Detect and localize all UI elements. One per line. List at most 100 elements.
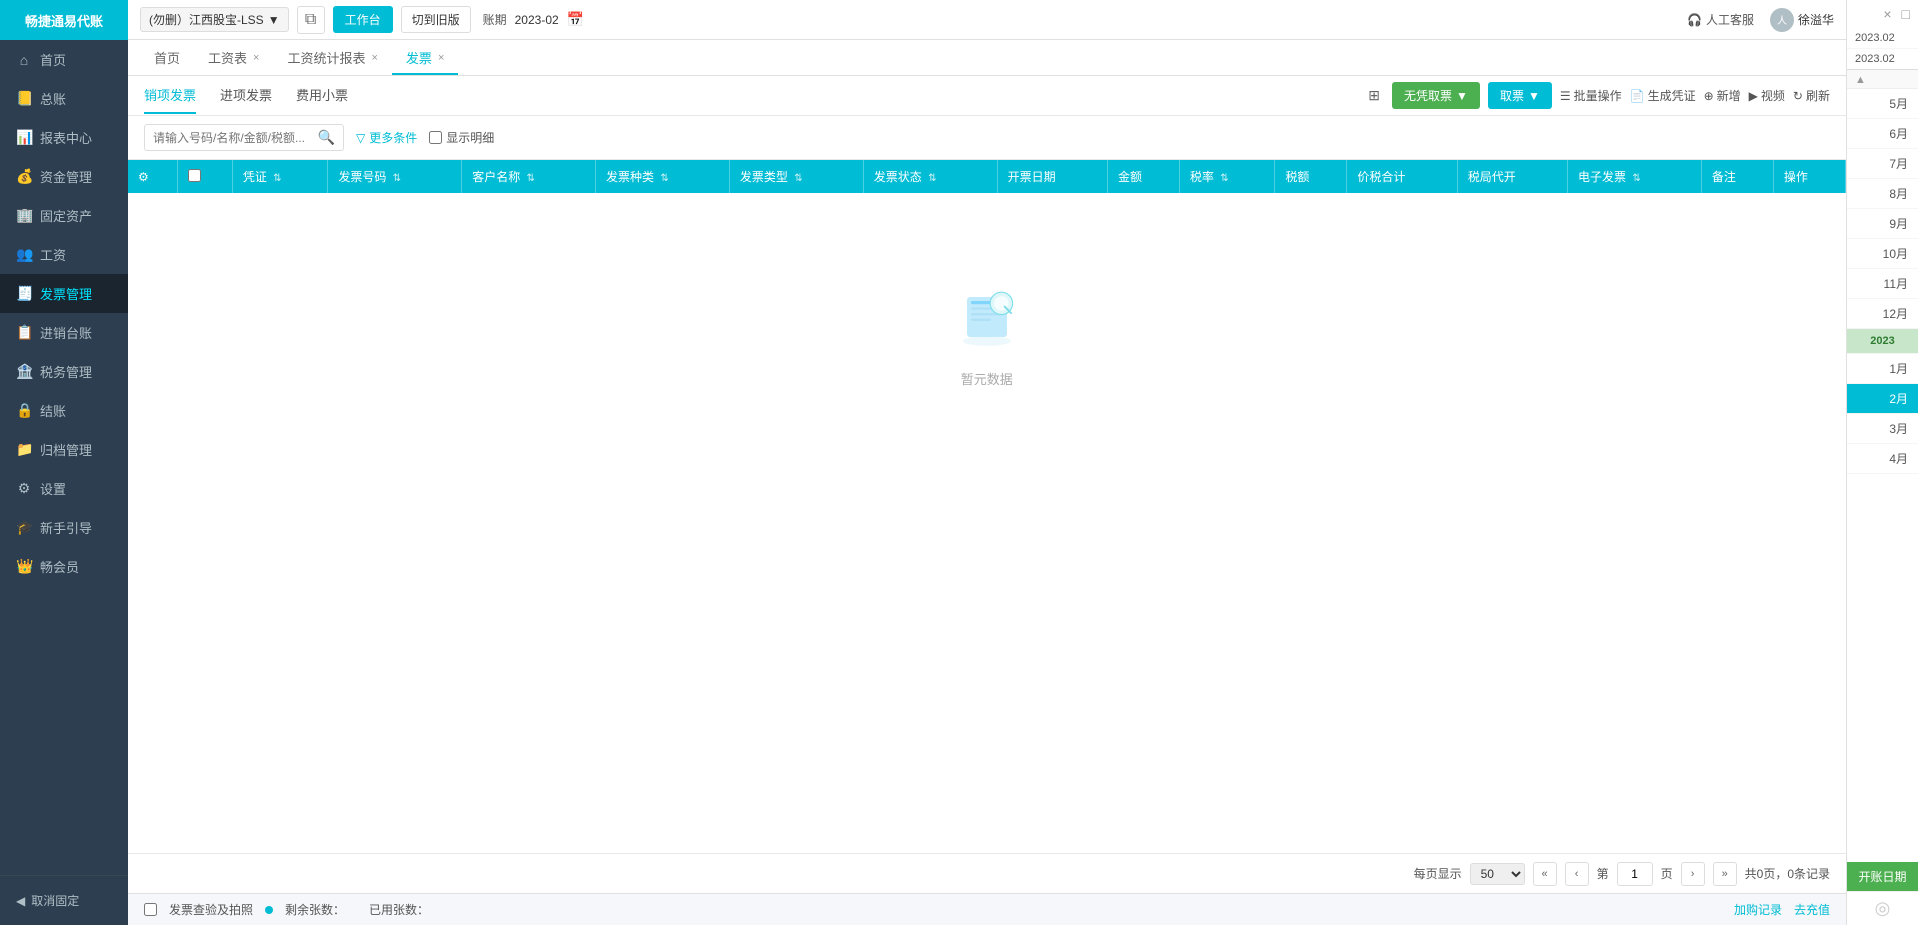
select-all-checkbox[interactable] — [188, 169, 201, 182]
date-item-jul[interactable]: 7月 — [1847, 149, 1918, 179]
batch-action-btn[interactable]: ☰ 批量操作 — [1560, 87, 1622, 104]
video-btn[interactable]: ▶ 视频 — [1749, 87, 1785, 104]
no-voucher-label: 无凭取票 — [1404, 87, 1452, 104]
open-period-btn[interactable]: 开账日期 — [1847, 862, 1918, 891]
tab-home[interactable]: 首页 — [140, 42, 194, 75]
empty-state: 暂元数据 — [128, 193, 1846, 468]
date-item-dec[interactable]: 12月 — [1847, 299, 1918, 329]
search-input[interactable] — [153, 131, 312, 145]
date-item-may[interactable]: 5月 — [1847, 89, 1918, 119]
next-page-btn[interactable]: › — [1681, 862, 1705, 886]
sort-category-icon[interactable]: ⇅ — [794, 173, 802, 184]
no-voucher-btn[interactable]: 无凭取票 ▼ — [1392, 82, 1480, 109]
sub-tab-sales-invoice[interactable]: 销项发票 — [144, 77, 196, 114]
sidebar-collapse-btn[interactable]: ◀ 取消固定 — [0, 884, 128, 917]
th-total: 价税合计 — [1347, 160, 1457, 193]
sidebar-item-salary[interactable]: 👥 工资 — [0, 235, 128, 274]
date-item-mar[interactable]: 3月 — [1847, 414, 1918, 444]
service-btn[interactable]: 🎧 人工客服 — [1687, 11, 1754, 28]
sidebar-item-general-ledger[interactable]: 📒 总账 — [0, 79, 128, 118]
page-input[interactable] — [1617, 862, 1653, 886]
workbench-btn[interactable]: 工作台 — [333, 6, 393, 33]
show-detail-checkbox[interactable] — [429, 131, 442, 144]
date-item-2023-02-recent[interactable]: 2023.02 — [1847, 28, 1918, 49]
sort-tax-rate-icon[interactable]: ⇅ — [1220, 173, 1228, 184]
first-page-btn[interactable]: « — [1533, 862, 1557, 886]
date-item-feb[interactable]: 2月 — [1847, 384, 1918, 414]
date-item-2023-02-recent2[interactable]: 2023.02 — [1847, 49, 1918, 70]
date-item-nov[interactable]: 11月 — [1847, 269, 1918, 299]
tab-salary-stats[interactable]: 工资统计报表 × — [273, 42, 391, 75]
th-invoice-no: 发票号码 ⇅ — [328, 160, 462, 193]
headset-icon: 🎧 — [1687, 13, 1702, 27]
user-info[interactable]: 人 徐溢华 — [1770, 8, 1834, 32]
calendar-icon[interactable]: 📅 — [567, 11, 584, 28]
sidebar-item-reports[interactable]: 📊 报表中心 — [0, 118, 128, 157]
sidebar-item-member[interactable]: 👑 畅会员 — [0, 547, 128, 586]
th-checkbox[interactable] — [178, 160, 232, 193]
sidebar-item-home[interactable]: ⌂ 首页 — [0, 40, 128, 79]
empty-row: 暂元数据 — [128, 193, 1846, 468]
tab-invoice-close[interactable]: × — [438, 52, 444, 64]
sub-tab-purchase-invoice[interactable]: 进项发票 — [220, 77, 272, 114]
page-size-label: 每页显示 — [1414, 865, 1462, 882]
refresh-icon: ↻ — [1793, 89, 1803, 103]
tab-salary-close[interactable]: × — [253, 52, 259, 64]
new-btn[interactable]: ⊕ 新增 — [1704, 87, 1741, 104]
sort-status-icon[interactable]: ⇅ — [928, 173, 936, 184]
search-wrap: 🔍 — [144, 124, 344, 151]
more-conditions-btn[interactable]: ▽ 更多条件 — [356, 129, 417, 146]
sidebar-item-sales-ledger[interactable]: 📋 进销台账 — [0, 313, 128, 352]
sidebar-item-tax[interactable]: 🏦 税务管理 — [0, 352, 128, 391]
generate-voucher-btn[interactable]: 📄 生成凭证 — [1630, 87, 1696, 104]
take-ticket-dropdown-icon: ▼ — [1528, 89, 1540, 103]
th-settings[interactable]: ⚙ — [128, 160, 178, 193]
sidebar-item-guide[interactable]: 🎓 新手引导 — [0, 508, 128, 547]
tab-invoice[interactable]: 发票 × — [392, 42, 458, 75]
sidebar-item-invoice[interactable]: 🧾 发票管理 — [0, 274, 128, 313]
sort-e-invoice-icon[interactable]: ⇅ — [1632, 173, 1640, 184]
verify-checkbox[interactable] — [144, 903, 157, 916]
sort-customer-icon[interactable]: ⇅ — [527, 173, 535, 184]
copy-company-btn[interactable]: ⧉ — [297, 6, 325, 34]
tab-salary-label: 工资表 — [208, 48, 247, 67]
last-page-btn[interactable]: » — [1713, 862, 1737, 886]
grid-icon-btn[interactable]: ⊞ — [1364, 83, 1384, 108]
sub-tab-purchase-label: 进项发票 — [220, 88, 272, 103]
sidebar-item-archive[interactable]: 📁 归档管理 — [0, 430, 128, 469]
rp-close-btn[interactable]: × — [1879, 4, 1895, 24]
sub-tab-expense-receipt[interactable]: 费用小票 — [296, 77, 348, 114]
th-invoice-status: 发票状态 ⇅ — [863, 160, 997, 193]
tab-salary-stats-close[interactable]: × — [371, 52, 377, 64]
date-item-oct[interactable]: 10月 — [1847, 239, 1918, 269]
recharge-link[interactable]: 去充值 — [1794, 901, 1830, 918]
join-community-link[interactable]: 加购记录 — [1734, 901, 1782, 918]
sort-voucher-icon[interactable]: ⇅ — [273, 173, 281, 184]
date-item-sep[interactable]: 9月 — [1847, 209, 1918, 239]
sub-tabs: 销项发票 进项发票 费用小票 ⊞ 无凭取票 ▼ 取票 ▼ ☰ — [128, 76, 1846, 116]
sidebar-item-funds[interactable]: 💰 资金管理 — [0, 157, 128, 196]
date-item-jan[interactable]: 1月 — [1847, 354, 1918, 384]
switch-old-btn[interactable]: 切到旧版 — [401, 6, 471, 33]
rp-bottom-icon-shape[interactable]: ◎ — [1875, 898, 1891, 919]
refresh-btn[interactable]: ↻ 刷新 — [1793, 87, 1830, 104]
sidebar-item-settings[interactable]: ⚙ 设置 — [0, 469, 128, 508]
tax-icon: 🏦 — [16, 363, 32, 380]
rp-maximize-btn[interactable]: □ — [1898, 4, 1914, 24]
sidebar-item-fixed-assets[interactable]: 🏢 固定资产 — [0, 196, 128, 235]
date-item-aug[interactable]: 8月 — [1847, 179, 1918, 209]
take-ticket-btn[interactable]: 取票 ▼ — [1488, 82, 1552, 109]
page-size-select[interactable]: 50 20 100 — [1470, 863, 1525, 885]
year-2022: ▲ — [1847, 70, 1918, 89]
sort-type-icon[interactable]: ⇅ — [660, 173, 668, 184]
date-item-jun[interactable]: 6月 — [1847, 119, 1918, 149]
company-selector[interactable]: (勿删）江西股宝-LSS ▼ — [140, 7, 289, 32]
prev-page-btn[interactable]: ‹ — [1565, 862, 1589, 886]
date-item-apr[interactable]: 4月 — [1847, 444, 1918, 474]
right-panel: × □ 2023.02 2023.02 ▲ 5月 6月 7月 8月 9月 10月… — [1846, 0, 1918, 925]
settings-icon: ⚙ — [16, 480, 32, 497]
tab-salary[interactable]: 工资表 × — [194, 42, 273, 75]
sidebar-item-closing[interactable]: 🔒 结账 — [0, 391, 128, 430]
show-detail-wrap[interactable]: 显示明细 — [429, 129, 494, 146]
sort-invoice-no-icon[interactable]: ⇅ — [393, 173, 401, 184]
